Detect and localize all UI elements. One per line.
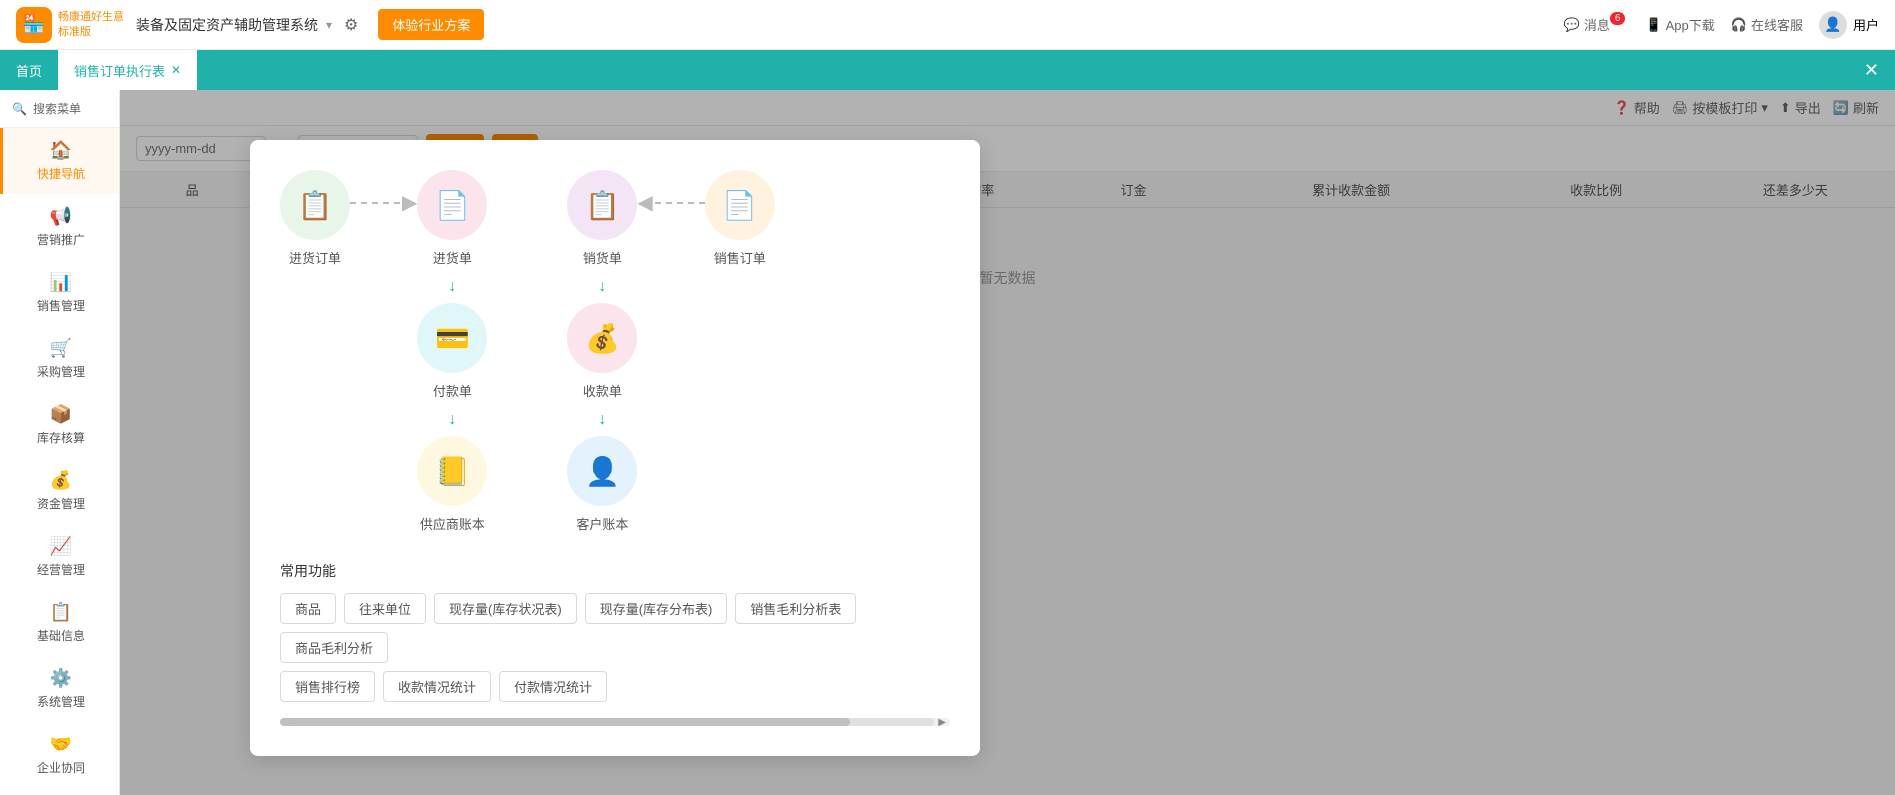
logo-area: 🏪 畅康通好生意 标准版 — [16, 7, 136, 43]
arrow-sales-order-to-sales: ◀ — [637, 170, 704, 215]
management-icon: 📈 — [50, 536, 72, 557]
arrow-purchase-to-payment: ↓ — [448, 279, 456, 295]
download-icon: 📱 — [1645, 17, 1661, 33]
customer-ledger-label: 客户账本 — [576, 514, 628, 533]
content-area: ❓ 帮助 🖨 按模板打印 ▾ ⬆ 导出 🔄 刷新 📅 — [120, 90, 1895, 795]
func-btn-goods[interactable]: 商品 — [280, 593, 336, 624]
tab-sales-order[interactable]: 销售订单执行表 ✕ — [58, 50, 197, 90]
settings-icon[interactable]: ⚙ — [344, 15, 358, 35]
system-title: 装备及固定资产辅助管理系统 — [136, 15, 318, 35]
common-functions-title: 常用功能 — [280, 561, 950, 581]
search-icon: 🔍 — [12, 102, 27, 116]
func-btn-receipt-stats[interactable]: 收款情况统计 — [383, 671, 491, 702]
flow-node-payment[interactable]: 💳 — [417, 303, 487, 373]
popup-scrollbar: ◀ ▶ — [280, 718, 950, 726]
arrow-payment-to-supplier: ↓ — [448, 412, 456, 428]
sidebar-item-guide[interactable]: 📖 新手引导 — [0, 788, 119, 795]
purchase-icon: 🛒 — [50, 338, 72, 359]
sidebar-item-sales[interactable]: 📊 销售管理 — [0, 260, 119, 326]
search-menu[interactable]: 🔍 搜索菜单 — [0, 90, 119, 128]
system-title-area: 装备及固定资产辅助管理系统 ▾ ⚙ 体验行业方案 — [136, 9, 1564, 40]
top-header: 🏪 畅康通好生意 标准版 装备及固定资产辅助管理系统 ▾ ⚙ 体验行业方案 💬 … — [0, 0, 1895, 50]
header-right: 💬 消息 6 📱 App下载 🎧 在线客服 👤 用户 — [1564, 11, 1879, 39]
flow-node-sales[interactable]: 📋 — [567, 170, 637, 240]
sidebar-item-quick-nav[interactable]: 🏠 快捷导航 — [0, 128, 119, 194]
flow-node-receipt[interactable]: 💰 — [567, 303, 637, 373]
sales-label: 销货单 — [583, 248, 622, 267]
purchase-label: 进货单 — [433, 248, 472, 267]
sidebar-item-basic-info[interactable]: 📋 基础信息 — [0, 590, 119, 656]
func-btn-sales-rank[interactable]: 销售排行榜 — [280, 671, 375, 702]
sidebar-item-system[interactable]: ⚙️ 系统管理 — [0, 656, 119, 722]
arrow-receipt-to-customer: ↓ — [598, 412, 606, 428]
scroll-right-arrow[interactable]: ▶ — [934, 717, 950, 728]
function-buttons-row1: 商品 往来单位 现存量(库存状况表) 现存量(库存分布表) 销售毛利分析表 商品… — [280, 593, 950, 663]
sidebar-item-inventory[interactable]: 📦 库存核算 — [0, 392, 119, 458]
sidebar: 🔍 搜索菜单 🏠 快捷导航 📢 营销推广 📊 销售管理 🛒 采购管理 📦 库存核… — [0, 90, 120, 795]
trial-button[interactable]: 体验行业方案 — [378, 9, 484, 40]
inventory-icon: 📦 — [50, 404, 72, 425]
logo-icon: 🏪 — [16, 7, 52, 43]
common-functions: 常用功能 商品 往来单位 现存量(库存状况表) 现存量(库存分布表) 销售毛利分… — [280, 561, 950, 702]
flow-node-purchase[interactable]: 📄 — [417, 170, 487, 240]
app-download-action[interactable]: 📱 App下载 — [1645, 15, 1714, 34]
scrollbar-thumb[interactable] — [280, 718, 850, 726]
func-btn-goods-gross[interactable]: 商品毛利分析 — [280, 632, 388, 663]
service-icon: 🎧 — [1731, 17, 1747, 33]
arrow-purchase-order-to-purchase: ▶ — [350, 170, 417, 215]
tab-close-icon[interactable]: ✕ — [171, 63, 181, 77]
purchase-order-label: 进货订单 — [289, 248, 341, 267]
receipt-label: 收款单 — [583, 381, 622, 400]
logo-text: 畅康通好生意 标准版 — [58, 10, 124, 39]
sidebar-item-management[interactable]: 📈 经营管理 — [0, 524, 119, 590]
func-btn-stock-status[interactable]: 现存量(库存状况表) — [434, 593, 577, 624]
func-btn-partner[interactable]: 往来单位 — [344, 593, 426, 624]
flow-node-purchase-order[interactable]: 📋 — [280, 170, 350, 240]
home-icon: 🏠 — [50, 140, 72, 161]
tab-bar-close-icon[interactable]: ✕ — [1848, 60, 1895, 81]
flow-node-supplier-ledger[interactable]: 📒 — [417, 436, 487, 506]
arrow-sales-to-receipt: ↓ — [598, 279, 606, 295]
marketing-icon: 📢 — [50, 206, 72, 227]
flow-node-sales-order[interactable]: 📄 — [705, 170, 775, 240]
online-service-action[interactable]: 🎧 在线客服 — [1731, 15, 1803, 34]
quick-guide-popup: 📋 进货订单 ▶ 📄 进货单 ↓ — [250, 140, 980, 756]
tab-bar: 首页 销售订单执行表 ✕ ✕ — [0, 50, 1895, 90]
main-layout: 🔍 搜索菜单 🏠 快捷导航 📢 营销推广 📊 销售管理 🛒 采购管理 📦 库存核… — [0, 90, 1895, 795]
function-buttons-row2: 销售排行榜 收款情况统计 付款情况统计 — [280, 671, 950, 702]
flow-node-customer-ledger[interactable]: 👤 — [567, 436, 637, 506]
func-btn-stock-dist[interactable]: 现存量(库存分布表) — [585, 593, 728, 624]
avatar: 👤 — [1819, 11, 1847, 39]
message-badge: 6 — [1610, 12, 1626, 25]
supplier-ledger-label: 供应商账本 — [420, 514, 485, 533]
sidebar-item-purchase[interactable]: 🛒 采购管理 — [0, 326, 119, 392]
sales-order-label: 销售订单 — [714, 248, 766, 267]
tab-home[interactable]: 首页 — [0, 50, 58, 90]
sidebar-item-finance[interactable]: 💰 资金管理 — [0, 458, 119, 524]
message-action[interactable]: 💬 消息 6 — [1564, 15, 1630, 34]
enterprise-icon: 🤝 — [50, 734, 72, 755]
basic-info-icon: 📋 — [50, 602, 72, 623]
sidebar-item-marketing[interactable]: 📢 营销推广 — [0, 194, 119, 260]
func-btn-sales-gross[interactable]: 销售毛利分析表 — [735, 593, 856, 624]
sidebar-item-enterprise[interactable]: 🤝 企业协同 — [0, 722, 119, 788]
func-btn-payment-stats[interactable]: 付款情况统计 — [499, 671, 607, 702]
dropdown-arrow-icon[interactable]: ▾ — [326, 18, 332, 32]
system-icon: ⚙️ — [50, 668, 72, 689]
message-icon: 💬 — [1564, 17, 1580, 33]
finance-icon: 💰 — [50, 470, 72, 491]
sales-icon: 📊 — [50, 272, 72, 293]
scrollbar-track — [296, 718, 935, 726]
user-label: 用户 — [1853, 15, 1879, 34]
user-area[interactable]: 👤 用户 — [1819, 11, 1879, 39]
payment-label: 付款单 — [433, 381, 472, 400]
